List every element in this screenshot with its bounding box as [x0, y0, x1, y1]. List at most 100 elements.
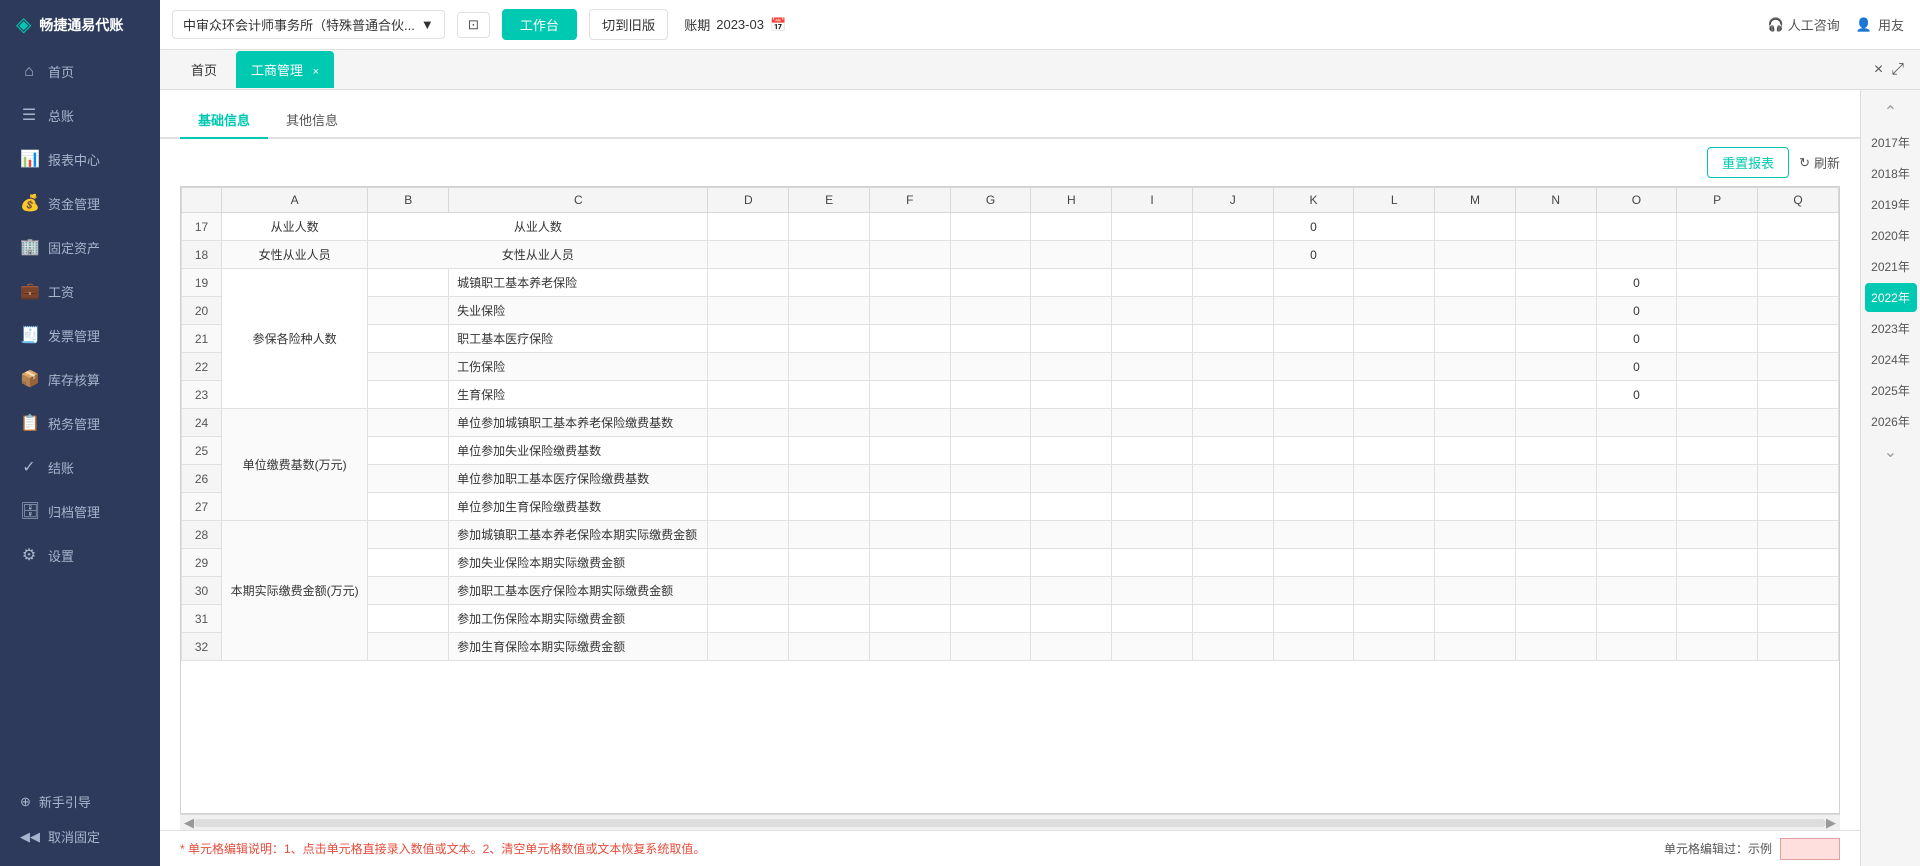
col-k-cell[interactable]	[1273, 353, 1354, 381]
col-g-cell[interactable]	[950, 409, 1031, 437]
col-l-cell[interactable]	[1354, 633, 1435, 661]
col-o-cell[interactable]: 0	[1596, 381, 1677, 409]
col-h-cell[interactable]	[1031, 549, 1112, 577]
col-d-cell[interactable]	[708, 577, 789, 605]
col-h-cell[interactable]	[1031, 493, 1112, 521]
col-i-cell[interactable]	[1112, 241, 1193, 269]
col-q-cell[interactable]	[1758, 381, 1839, 409]
col-m-cell[interactable]	[1435, 241, 1516, 269]
sidebar-item-invoices[interactable]: 🧾 发票管理	[0, 313, 160, 357]
col-f-cell[interactable]	[869, 241, 950, 269]
col-q-cell[interactable]	[1758, 269, 1839, 297]
col-f-cell[interactable]	[869, 577, 950, 605]
col-k-cell[interactable]: 0	[1273, 213, 1354, 241]
col-d-cell[interactable]	[708, 521, 789, 549]
sidebar-item-tax[interactable]: 📋 税务管理	[0, 401, 160, 445]
col-d-cell[interactable]	[708, 297, 789, 325]
col-c-cell[interactable]: 单位参加职工基本医疗保险缴费基数	[449, 465, 708, 493]
col-l-cell[interactable]	[1354, 409, 1435, 437]
col-c-cell[interactable]: 参加工伤保险本期实际缴费金额	[449, 605, 708, 633]
col-k-cell[interactable]	[1273, 605, 1354, 633]
col-q-cell[interactable]	[1758, 409, 1839, 437]
col-m-cell[interactable]	[1435, 633, 1516, 661]
col-k-cell[interactable]	[1273, 549, 1354, 577]
col-d-cell[interactable]	[708, 549, 789, 577]
col-n-cell[interactable]	[1515, 437, 1596, 465]
col-d-cell[interactable]	[708, 325, 789, 353]
col-q-cell[interactable]	[1758, 549, 1839, 577]
col-n-cell[interactable]	[1515, 549, 1596, 577]
col-o-cell[interactable]: 0	[1596, 325, 1677, 353]
col-o-cell[interactable]	[1596, 521, 1677, 549]
col-j-cell[interactable]	[1192, 493, 1273, 521]
window-expand-button[interactable]: ⤢	[1891, 61, 1904, 79]
col-c-cell[interactable]: 参加生育保险本期实际缴费金额	[449, 633, 708, 661]
col-c-cell[interactable]: 失业保险	[449, 297, 708, 325]
col-m-cell[interactable]	[1435, 213, 1516, 241]
sidebar-item-reports[interactable]: 📊 报表中心	[0, 137, 160, 181]
col-e-cell[interactable]	[789, 605, 870, 633]
unpin-button[interactable]: ◀◀ 取消固定	[20, 819, 140, 854]
col-n-cell[interactable]	[1515, 325, 1596, 353]
col-m-cell[interactable]	[1435, 549, 1516, 577]
col-p-cell[interactable]	[1677, 605, 1758, 633]
col-b-cell[interactable]: 女性从业人员	[368, 241, 708, 269]
tab-home[interactable]: 首页	[176, 51, 232, 88]
col-j-cell[interactable]	[1192, 409, 1273, 437]
col-e-cell[interactable]	[789, 577, 870, 605]
col-g-cell[interactable]	[950, 325, 1031, 353]
col-e-cell[interactable]	[789, 409, 870, 437]
col-b-cell[interactable]	[368, 605, 449, 633]
col-n-cell[interactable]	[1515, 521, 1596, 549]
col-c-cell[interactable]: 生育保险	[449, 381, 708, 409]
col-i-cell[interactable]	[1112, 493, 1193, 521]
col-b-cell[interactable]	[368, 437, 449, 465]
col-n-cell[interactable]	[1515, 213, 1596, 241]
col-q-cell[interactable]	[1758, 325, 1839, 353]
consult-button[interactable]: 🎧 人工咨询	[1768, 15, 1840, 34]
col-c-cell[interactable]: 单位参加生育保险缴费基数	[449, 493, 708, 521]
col-h-cell[interactable]	[1031, 577, 1112, 605]
col-o-cell[interactable]	[1596, 605, 1677, 633]
col-m-cell[interactable]	[1435, 353, 1516, 381]
col-c-cell[interactable]: 参加失业保险本期实际缴费金额	[449, 549, 708, 577]
col-e-cell[interactable]	[789, 633, 870, 661]
col-h-cell[interactable]	[1031, 465, 1112, 493]
col-l-cell[interactable]	[1354, 605, 1435, 633]
col-l-cell[interactable]	[1354, 521, 1435, 549]
col-g-cell[interactable]	[950, 353, 1031, 381]
col-b-cell[interactable]	[368, 297, 449, 325]
col-g-cell[interactable]	[950, 269, 1031, 297]
year-2024[interactable]: 2024年	[1865, 345, 1917, 374]
col-m-cell[interactable]	[1435, 577, 1516, 605]
col-b-cell[interactable]	[368, 269, 449, 297]
year-2026[interactable]: 2026年	[1865, 407, 1917, 436]
year-2022[interactable]: 2022年	[1865, 283, 1917, 312]
sidebar-item-ledger[interactable]: ☰ 总账	[0, 93, 160, 137]
col-i-cell[interactable]	[1112, 325, 1193, 353]
col-j-cell[interactable]	[1192, 521, 1273, 549]
col-h-cell[interactable]	[1031, 353, 1112, 381]
col-b-cell[interactable]	[368, 381, 449, 409]
oldver-button[interactable]: 切到旧版	[589, 9, 668, 40]
col-f-cell[interactable]	[869, 409, 950, 437]
col-h-cell[interactable]	[1031, 409, 1112, 437]
col-n-cell[interactable]	[1515, 269, 1596, 297]
col-k-cell[interactable]	[1273, 269, 1354, 297]
col-a-cell[interactable]: 本期实际缴费金额(万元)	[222, 521, 368, 661]
col-l-cell[interactable]	[1354, 381, 1435, 409]
refresh-button[interactable]: ↻ 刷新	[1799, 153, 1840, 172]
col-n-cell[interactable]	[1515, 241, 1596, 269]
col-d-cell[interactable]	[708, 605, 789, 633]
col-b-cell[interactable]	[368, 549, 449, 577]
col-m-cell[interactable]	[1435, 493, 1516, 521]
col-p-cell[interactable]	[1677, 521, 1758, 549]
col-f-cell[interactable]	[869, 213, 950, 241]
year-2017[interactable]: 2017年	[1865, 128, 1917, 157]
year-2021[interactable]: 2021年	[1865, 252, 1917, 281]
col-m-cell[interactable]	[1435, 465, 1516, 493]
window-close-button[interactable]: ×	[1874, 61, 1883, 79]
col-b-cell[interactable]	[368, 409, 449, 437]
col-k-cell[interactable]	[1273, 297, 1354, 325]
col-q-cell[interactable]	[1758, 577, 1839, 605]
